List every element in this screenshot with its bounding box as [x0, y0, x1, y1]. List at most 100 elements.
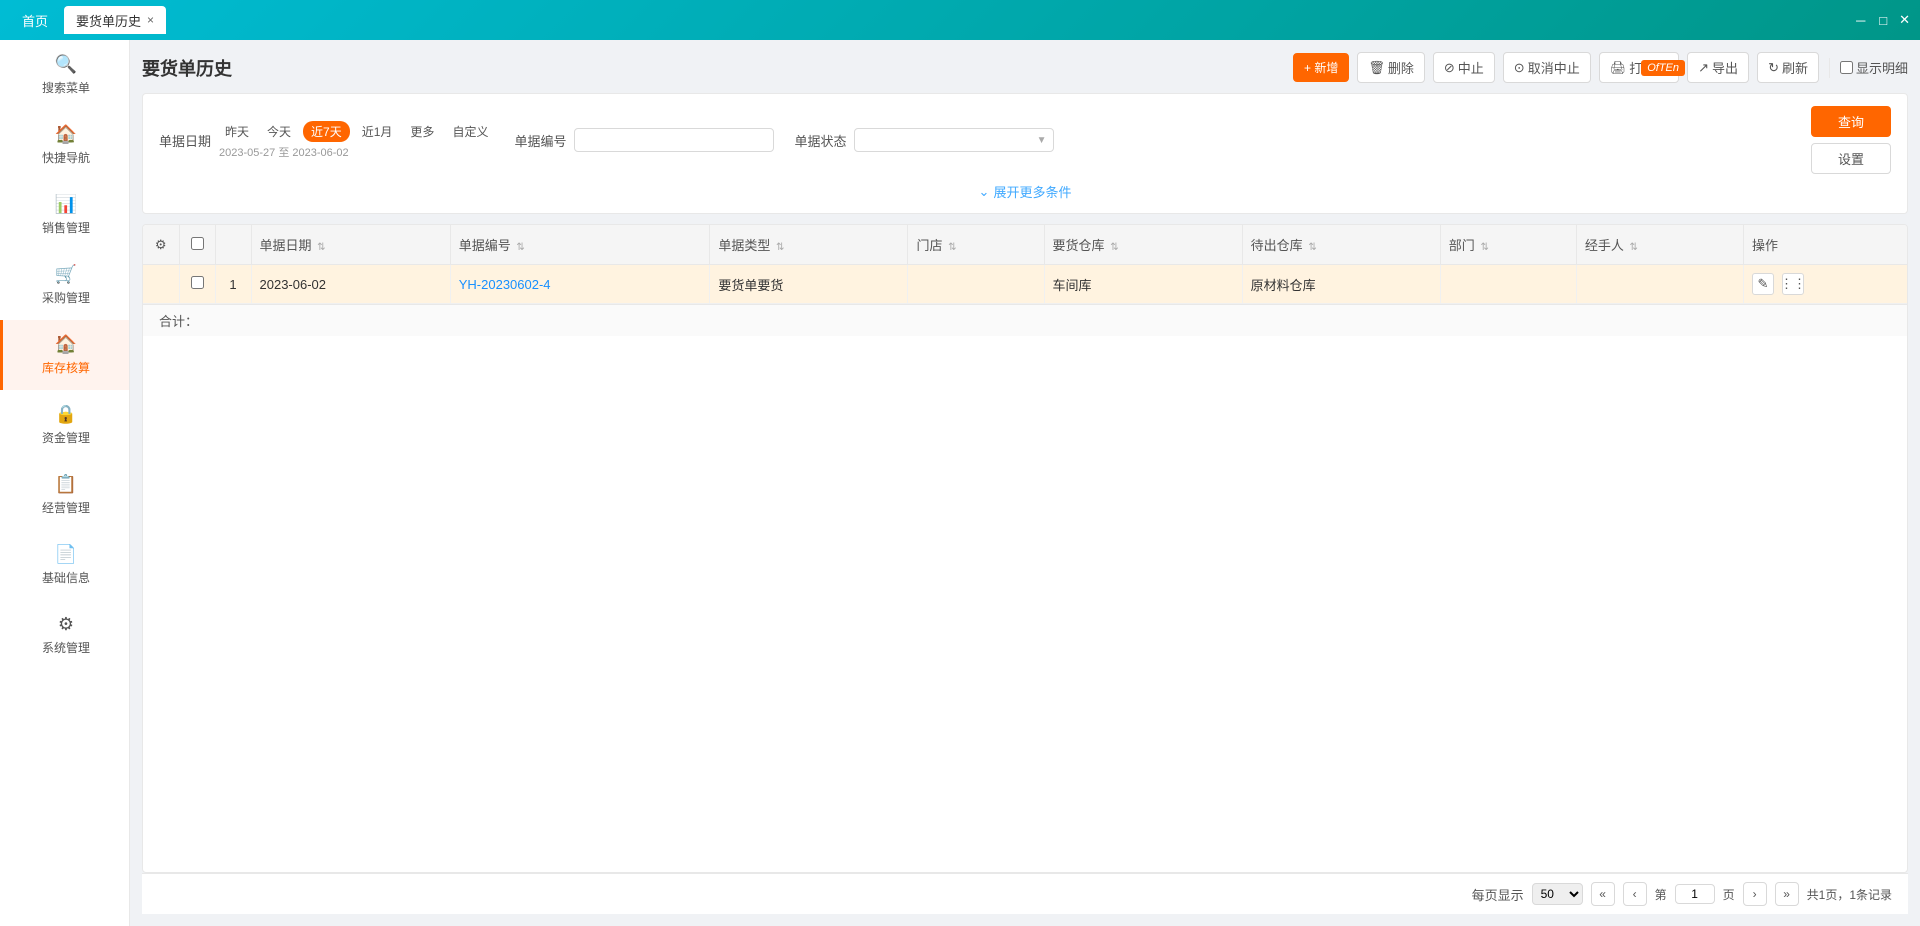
main-layout: 🔍 搜索菜单 🏠 快捷导航 📊 销售管理 🛒 采购管理 🏠 库存核算 🔒 资金管…: [0, 40, 1920, 926]
footer-total-label: 合计：: [159, 311, 239, 330]
sales-mgmt-icon: 📊: [55, 194, 77, 215]
sidebar-label-basic-info: 基础信息: [42, 569, 90, 586]
select-all-checkbox[interactable]: [191, 237, 204, 250]
row-actions-group: ✎ ⋮⋮: [1752, 273, 1899, 295]
sidebar-item-search-menu[interactable]: 🔍 搜索菜单: [0, 40, 129, 110]
action-buttons: 查询 设置: [1811, 106, 1891, 174]
doc-number-input[interactable]: [574, 128, 774, 152]
show-detail-toggle[interactable]: 显示明细: [1840, 58, 1908, 77]
add-button[interactable]: + 新增: [1293, 53, 1349, 82]
doc-number-sort-icon[interactable]: ⇅: [516, 242, 524, 253]
query-button[interactable]: 查询: [1811, 106, 1891, 137]
prev-page-button[interactable]: ‹: [1623, 882, 1647, 906]
expand-more-btn[interactable]: ⌄ 展开更多条件: [159, 182, 1891, 201]
filter-bar: 单据日期 昨天 今天 近7天 近1月 更多 自定义 2023-05-27 至 2…: [142, 93, 1908, 214]
maximize-icon[interactable]: □: [1879, 13, 1887, 28]
row-checkbox[interactable]: [191, 276, 204, 289]
total-info: 共1页，1条记录: [1807, 886, 1892, 903]
cancel-stop-button[interactable]: ⊙ 取消中止: [1503, 52, 1591, 83]
doc-number-link[interactable]: YH-20230602-4: [459, 277, 551, 292]
sidebar-item-quick-nav[interactable]: 🏠 快捷导航: [0, 110, 129, 180]
tab-requisition-history[interactable]: 要货单历史 ×: [64, 6, 166, 34]
expand-more-icon: ⌄: [979, 184, 990, 200]
sidebar-label-system-mgmt: 系统管理: [42, 639, 90, 656]
sidebar-label-sales-mgmt: 销售管理: [42, 219, 90, 236]
purchase-mgmt-icon: 🛒: [55, 264, 77, 285]
td-handler: [1576, 265, 1743, 304]
req-warehouse-sort-icon[interactable]: ⇅: [1110, 242, 1118, 253]
setting-button[interactable]: 设置: [1811, 143, 1891, 174]
doc-status-select[interactable]: [854, 128, 1054, 152]
stop-icon: ⊘: [1444, 60, 1455, 76]
page-size-label: 每页显示: [1472, 885, 1524, 904]
operations-mgmt-icon: 📋: [55, 474, 77, 495]
th-row-num: [215, 225, 251, 265]
export-button[interactable]: ↗ 导出: [1687, 52, 1749, 83]
last-page-button[interactable]: »: [1775, 882, 1799, 906]
shortcut-more[interactable]: 更多: [404, 121, 440, 142]
shortcut-7days[interactable]: 近7天: [303, 121, 350, 142]
sidebar-item-system-mgmt[interactable]: ⚙ 系统管理: [0, 600, 129, 670]
th-store: 门店 ⇅: [908, 225, 1044, 265]
date-shortcuts: 昨天 今天 近7天 近1月 更多 自定义: [219, 121, 494, 142]
store-sort-icon[interactable]: ⇅: [948, 242, 956, 253]
doc-type-sort-icon[interactable]: ⇅: [776, 242, 784, 253]
tab-home[interactable]: 首页: [10, 6, 60, 34]
sidebar-item-finance-mgmt[interactable]: 🔒 资金管理: [0, 390, 129, 460]
pending-warehouse-sort-icon[interactable]: ⇅: [1308, 242, 1316, 253]
inventory-icon: 🏠: [55, 334, 77, 355]
row-edit-button[interactable]: ✎: [1752, 273, 1774, 295]
th-pending-warehouse: 待出仓库 ⇅: [1242, 225, 1440, 265]
delete-button[interactable]: 🗑 删除: [1357, 52, 1425, 83]
show-detail-checkbox[interactable]: [1840, 61, 1853, 74]
current-page-input[interactable]: [1675, 884, 1715, 904]
more-icon: ⋮⋮: [1780, 276, 1806, 292]
shortcut-yesterday[interactable]: 昨天: [219, 121, 255, 142]
sidebar-label-inventory: 库存核算: [42, 359, 90, 376]
footer-total-bar: 合计：: [143, 304, 1907, 336]
page-word: 页: [1723, 886, 1735, 903]
doc-date-sort-icon[interactable]: ⇅: [317, 242, 325, 253]
tab-home-label: 首页: [22, 11, 48, 30]
tab-requisition-label: 要货单历史: [76, 11, 141, 30]
sidebar-label-purchase-mgmt: 采购管理: [42, 289, 90, 306]
basic-info-icon: 📄: [55, 544, 77, 565]
date-filter-label: 单据日期: [159, 131, 211, 150]
sidebar-label-quick-nav: 快捷导航: [42, 149, 90, 166]
td-store: [908, 265, 1044, 304]
close-icon[interactable]: ✕: [1899, 12, 1910, 28]
next-page-button[interactable]: ›: [1743, 882, 1767, 906]
td-checkbox: [179, 265, 215, 304]
shortcut-today[interactable]: 今天: [261, 121, 297, 142]
sidebar-item-basic-info[interactable]: 📄 基础信息: [0, 530, 129, 600]
handler-sort-icon[interactable]: ⇅: [1630, 242, 1638, 253]
first-page-button[interactable]: «: [1591, 882, 1615, 906]
refresh-icon: ↻: [1768, 60, 1779, 76]
stop-button[interactable]: ⊘ 中止: [1433, 52, 1495, 83]
page-size-select[interactable]: 50 100 200: [1532, 883, 1583, 905]
top-bar: 首页 要货单历史 × － □ ✕: [0, 0, 1920, 40]
minimize-icon[interactable]: －: [1854, 11, 1867, 30]
sidebar-item-purchase-mgmt[interactable]: 🛒 采购管理: [0, 250, 129, 320]
row-more-button[interactable]: ⋮⋮: [1782, 273, 1804, 295]
sidebar-item-operations-mgmt[interactable]: 📋 经营管理: [0, 460, 129, 530]
settings-icon[interactable]: ⚙: [155, 237, 167, 252]
department-sort-icon[interactable]: ⇅: [1480, 242, 1488, 253]
sidebar-item-inventory[interactable]: 🏠 库存核算: [0, 320, 129, 390]
doc-number-label: 单据编号: [514, 131, 566, 150]
sidebar-item-sales-mgmt[interactable]: 📊 销售管理: [0, 180, 129, 250]
print-icon: 🖨: [1610, 60, 1627, 76]
doc-status-label: 单据状态: [794, 131, 846, 150]
table-header-row: ⚙ 单据日期 ⇅ 单据编号 ⇅: [143, 225, 1907, 265]
tab-close-icon[interactable]: ×: [147, 13, 154, 27]
th-doc-date: 单据日期 ⇅: [251, 225, 450, 265]
table-row: 1 2023-06-02 YH-20230602-4 要货单要货 车间库 原材料…: [143, 265, 1907, 304]
refresh-button[interactable]: ↻ 刷新: [1757, 52, 1819, 83]
shortcut-1month[interactable]: 近1月: [356, 121, 399, 142]
th-department: 部门 ⇅: [1440, 225, 1576, 265]
page-title: 要货单历史: [142, 55, 232, 81]
sidebar: 🔍 搜索菜单 🏠 快捷导航 📊 销售管理 🛒 采购管理 🏠 库存核算 🔒 资金管…: [0, 40, 130, 926]
date-shortcuts-container: 昨天 今天 近7天 近1月 更多 自定义 2023-05-27 至 2023-0…: [219, 121, 494, 160]
shortcut-custom[interactable]: 自定义: [446, 121, 494, 142]
filter-row-main: 单据日期 昨天 今天 近7天 近1月 更多 自定义 2023-05-27 至 2…: [159, 106, 1891, 174]
